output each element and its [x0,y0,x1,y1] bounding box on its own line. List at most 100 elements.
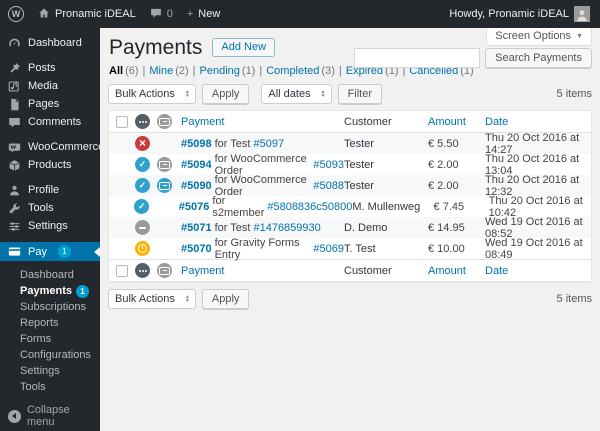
submenu-item-configurations[interactable]: Configurations [0,347,100,363]
sidebar-item-woocommerce[interactable]: WooCommerce [0,138,104,156]
sidebar-item-label: Dashboard [28,37,82,49]
select-all-checkbox[interactable] [116,264,128,277]
column-footer-amount[interactable]: Amount [428,265,485,277]
sidebar-item-label: Media [28,80,58,92]
filter-separator: | [259,64,263,77]
payment-amount: € 2.00 [428,179,459,192]
sidebar-item-profile[interactable]: Profile [0,181,100,199]
content-area: Screen Options ▼ Search Payments Payment… [100,28,600,431]
column-header-payment[interactable]: Payment [181,116,344,128]
submenu-item-dashboard[interactable]: Dashboard [0,267,100,283]
sidebar-item-media[interactable]: Media [0,77,100,95]
apply-button[interactable]: Apply [201,84,250,104]
payment-method [157,178,181,193]
search-payments-button[interactable]: Search Payments [485,48,592,68]
site-name: Pronamic iDEAL [55,8,136,20]
payments-count-badge: 1 [75,284,89,298]
sidebar-item-tools[interactable]: Tools [0,199,100,217]
sidebar-item-dashboard[interactable]: Dashboard [0,34,100,52]
column-footer-date[interactable]: Date [485,265,591,277]
payment-row: #5070 for Gravity Forms Entry #5069 T. Tes… [109,237,591,261]
payment-method [157,157,181,172]
submenu-item-settings[interactable]: Settings [0,363,100,379]
apply-button-bottom[interactable]: Apply [201,289,250,309]
sidebar-item-comments[interactable]: Comments [0,113,100,131]
new-label: New [198,8,221,20]
select-all-checkbox[interactable] [116,115,128,128]
filter-separator: | [142,64,146,77]
submenu-item-forms[interactable]: Forms [0,331,100,347]
collapse-arrow-icon [8,409,21,423]
howdy-text: Howdy, Pronamic iDEAL [449,8,569,20]
collapse-menu-button[interactable]: Collapse menu [0,404,100,428]
status-column-icon [135,114,150,129]
sidebar-item-pages[interactable]: Pages [0,95,100,113]
screen-options-tab[interactable]: Screen Options ▼ [486,28,592,46]
filter-completed[interactable]: Completed (3) [266,65,335,77]
credit-card-icon [8,245,21,258]
dashboard-icon [8,37,21,50]
howdy-account-link[interactable]: Howdy, Pronamic iDEAL [449,6,590,22]
payment-id-link[interactable]: #5090 [181,180,212,192]
status-completed-icon [135,178,150,193]
collapse-label: Collapse menu [26,404,70,428]
comments-admin-bar-link[interactable]: 0 [150,7,173,22]
bulk-actions-select-bottom[interactable]: Bulk Actions ▲ ▼ [108,289,196,309]
sidebar-item-label: Settings [28,220,68,232]
status-cancelled-icon [135,136,150,151]
tablenav-top: Bulk Actions ▲ ▼ Apply All dates ▲ ▼ Filter … [108,82,592,106]
payment-source-link[interactable]: #5097 [253,138,284,150]
payment-id-link[interactable]: #5076 [179,201,210,213]
payment-id-link[interactable]: #5070 [181,243,212,255]
sidebar-item-label: Comments [28,116,82,128]
submenu-item-subscriptions[interactable]: Subscriptions [0,299,100,315]
pushpin-icon [8,62,21,75]
column-header-date[interactable]: Date [485,116,591,128]
submenu-item-payments[interactable]: Payments 1 [0,283,100,299]
payment-row: #5090for WooCommerce Order#5088 Tester €… [109,174,591,198]
submenu-label: Settings [20,365,60,377]
column-header-amount[interactable]: Amount [428,116,485,128]
filter-pending[interactable]: Pending (1) [200,65,256,77]
submenu-item-reports[interactable]: Reports [0,315,100,331]
submenu-item-tools[interactable]: Tools [0,379,100,395]
filter-mine[interactable]: Mine (2) [149,65,188,77]
sidebar-item-label: Products [28,159,72,171]
payment-source-link[interactable]: #5069 [313,243,344,255]
select-arrows-icon: ▲ ▼ [184,89,190,99]
payment-id-link[interactable]: #5071 [181,222,212,234]
payment-source-link[interactable]: #5808836c50800 [267,201,352,213]
payment-description: for s2member [212,194,265,219]
sidebar-item-posts[interactable]: Posts [0,59,100,77]
wordpress-menu[interactable]: W [8,6,24,22]
payment-status [135,157,157,172]
status-pending-icon [135,241,150,256]
bulk-actions-select[interactable]: Bulk Actions ▲ ▼ [108,84,196,104]
payment-id-link[interactable]: #5098 [181,138,212,150]
sidebar-item-label: WooCommerce [28,141,105,153]
wordpress-logo-icon: W [8,6,24,22]
pay-submenu: Dashboard Payments 1 Subscriptions Report… [0,261,100,399]
add-new-button[interactable]: Add New [212,37,276,57]
filter-button[interactable]: Filter [337,84,383,104]
payment-source-link[interactable]: #5093 [313,159,344,171]
sidebar-item-settings[interactable]: Settings [0,217,100,235]
dates-filter-select[interactable]: All dates ▲ ▼ [261,84,332,104]
sliders-icon [8,220,21,233]
payment-amount: € 10.00 [428,242,465,255]
payment-source-link[interactable]: #5088 [313,180,344,192]
new-content-link[interactable]: + New [187,8,220,20]
pay-count-badge: 1 [57,245,71,258]
column-footer-payment[interactable]: Payment [181,265,344,277]
payment-source-link[interactable]: #1476859930 [253,222,320,234]
status-completed-icon [135,157,150,172]
sidebar-item-products[interactable]: Products [0,156,100,174]
filter-all[interactable]: All (6) [109,65,139,77]
payment-customer: Tester [344,158,374,171]
search-input[interactable] [354,48,481,68]
site-name-link[interactable]: Pronamic iDEAL [38,7,136,22]
select-arrows-icon: ▲ ▼ [320,89,326,99]
payment-status [135,241,157,256]
sidebar-item-pay[interactable]: Pay 1 [0,242,100,261]
payment-id-link[interactable]: #5094 [181,159,212,171]
